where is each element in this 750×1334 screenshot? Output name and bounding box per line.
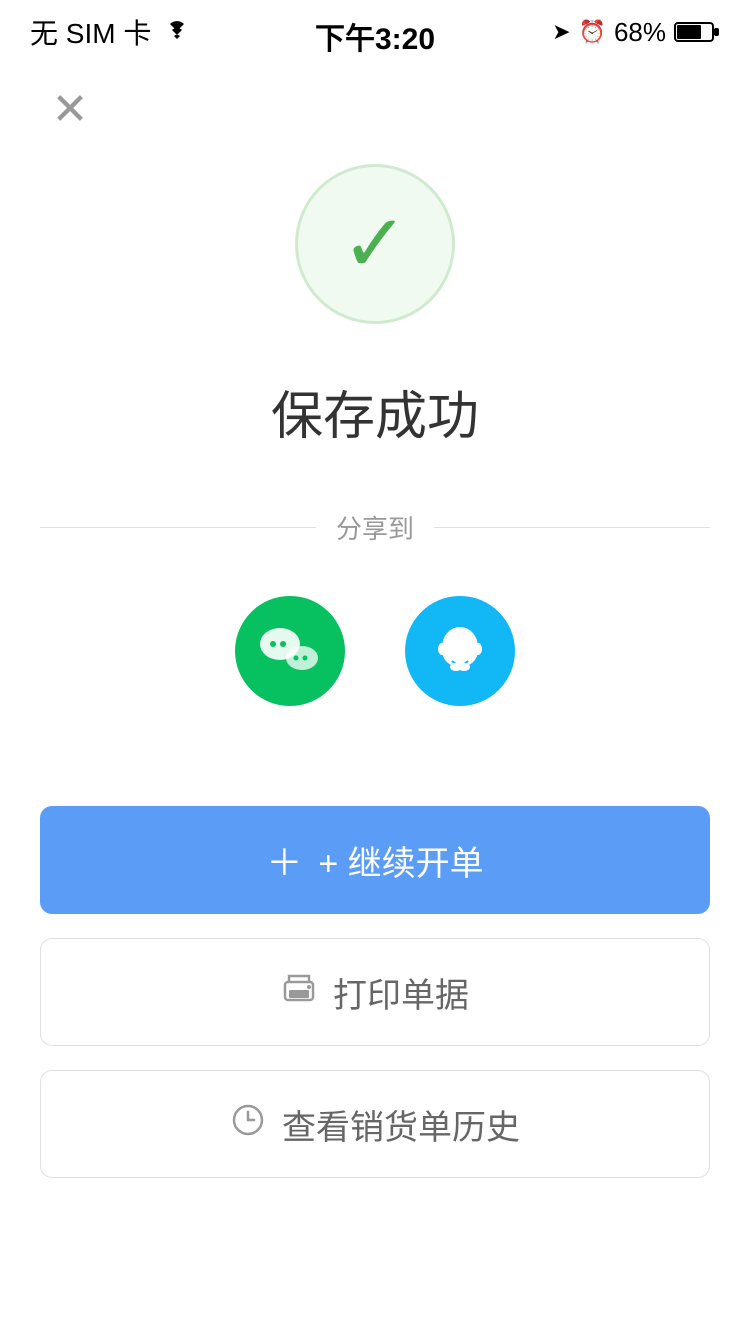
success-circle: ✓: [295, 164, 455, 324]
location-icon: ➤: [552, 19, 570, 45]
print-button[interactable]: 打印单据: [40, 938, 710, 1046]
share-section: 分享到: [0, 509, 750, 706]
wechat-icon: [258, 624, 322, 678]
plus-icon: ＋: [266, 834, 302, 886]
battery-icon: [674, 20, 720, 44]
divider-left: [40, 527, 316, 528]
close-icon: ✕: [52, 88, 89, 132]
actions: ＋ + 继续开单 打印单据 查看销货单历史: [0, 806, 750, 1178]
divider-right: [434, 527, 710, 528]
main-content: ✓ 保存成功 分享到: [0, 64, 750, 1178]
status-left: 无 SIM 卡: [30, 12, 193, 52]
battery-percent: 68%: [614, 17, 666, 48]
status-time: 下午3:20: [315, 14, 435, 58]
history-button[interactable]: 查看销货单历史: [40, 1070, 710, 1178]
qq-share-button[interactable]: [405, 596, 515, 706]
wifi-icon: [161, 21, 193, 43]
share-divider: 分享到: [40, 509, 710, 546]
sim-status: 无 SIM 卡: [30, 12, 151, 52]
success-title: 保存成功: [271, 374, 479, 449]
continue-order-button[interactable]: ＋ + 继续开单: [40, 806, 710, 914]
share-icons: [40, 596, 710, 706]
share-label: 分享到: [336, 509, 414, 546]
status-bar: 无 SIM 卡 下午3:20 ➤ ⏰ 68%: [0, 0, 750, 64]
history-label: 查看销货单历史: [282, 1100, 520, 1149]
status-right: ➤ ⏰ 68%: [552, 17, 720, 48]
close-button[interactable]: ✕: [40, 80, 100, 140]
print-label: 打印单据: [333, 968, 469, 1017]
checkmark-icon: ✓: [341, 204, 408, 284]
qq-icon: [428, 619, 492, 683]
print-icon: [281, 970, 317, 1014]
history-icon: [230, 1102, 266, 1146]
wechat-share-button[interactable]: [235, 596, 345, 706]
alarm-icon: ⏰: [579, 19, 606, 45]
continue-order-label: + 继续开单: [318, 836, 483, 885]
